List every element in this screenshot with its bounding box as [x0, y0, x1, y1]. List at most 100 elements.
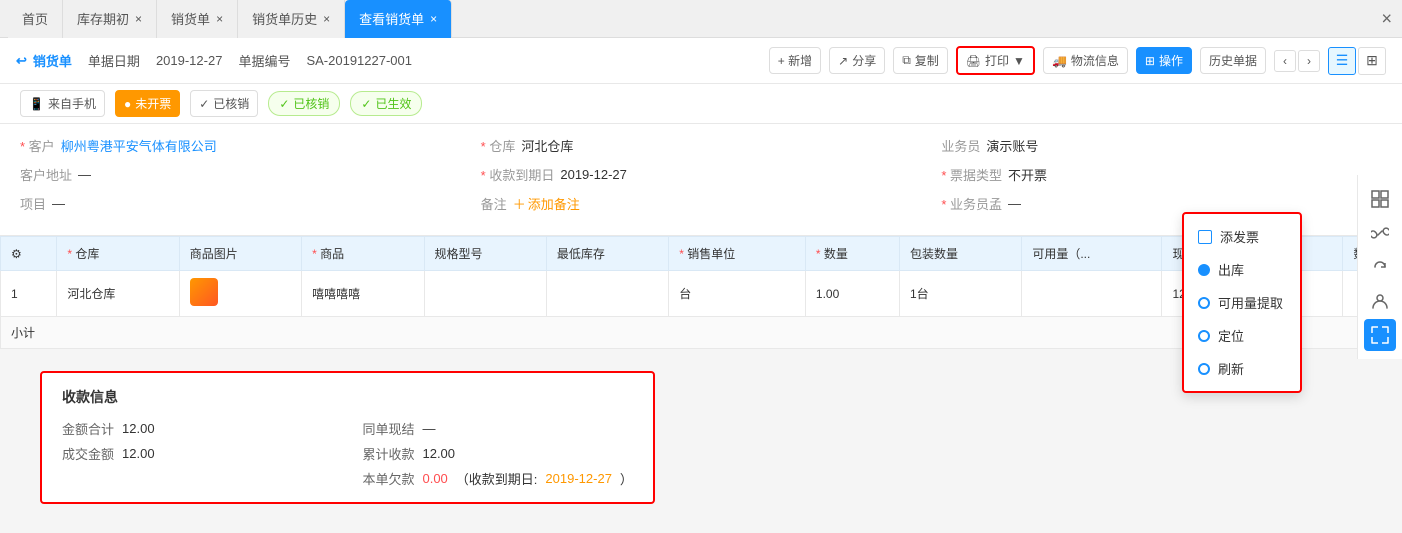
- row-min-stock: [546, 271, 668, 317]
- tab-home[interactable]: 首页: [8, 0, 63, 38]
- overdue-date: 2019-12-27: [545, 471, 612, 486]
- close-history-tab[interactable]: ×: [323, 12, 330, 26]
- row-qty: 1.00: [805, 271, 899, 317]
- close-inventory-tab[interactable]: ×: [135, 12, 142, 26]
- form-row-3: 项目 — 备注 ＋ 添加备注 业务员孟 —: [20, 194, 1382, 213]
- print-dropdown-arrow: ▼: [1013, 54, 1025, 68]
- col-spec: 规格型号: [424, 237, 546, 271]
- address-value: —: [78, 167, 91, 182]
- done-button[interactable]: ✓ 已核销: [190, 90, 258, 117]
- transaction-row: 成交金额 12.00: [62, 444, 332, 463]
- form-row-2: 客户地址 — 收款到期日 2019-12-27 票据类型 不开票: [20, 165, 1382, 184]
- actions-button[interactable]: ⊞ 操作: [1136, 47, 1192, 74]
- tab-view-sales[interactable]: 查看销货单 ×: [345, 0, 452, 38]
- col-product-img: 商品图片: [179, 237, 301, 271]
- close-view-tab[interactable]: ×: [430, 12, 437, 26]
- logistics-button[interactable]: 🚚 物流信息: [1043, 47, 1128, 74]
- actions-dropdown: 添发票 出库 可用量提取 定位 刷新: [1182, 212, 1302, 393]
- row-available: [1022, 271, 1162, 317]
- cumulative-value: 12.00: [422, 446, 455, 461]
- row-spec: [424, 271, 546, 317]
- not-open-button[interactable]: ● 未开票: [115, 90, 180, 117]
- close-sales-tab[interactable]: ×: [216, 12, 223, 26]
- toolbar: + 新增 ↗ 分享 ⧉ 复制 🖨 打印 ▼ 🚚 物流信息 ⊞ 操作 历史单据 ‹…: [769, 46, 1386, 75]
- payment-grid: 金额合计 12.00 同单现结 — 成交金额 12.00 累计收款 12.00 …: [62, 419, 633, 488]
- history-button[interactable]: 历史单据: [1200, 47, 1266, 74]
- total-row: 金额合计 12.00: [62, 419, 332, 438]
- overdue-label: 本单欠款: [362, 469, 414, 488]
- add-note-button[interactable]: ＋ 添加备注: [513, 194, 580, 213]
- row-warehouse: 河北仓库: [57, 271, 179, 317]
- grid-view-button[interactable]: ⊞: [1358, 47, 1386, 75]
- square-icon: [1198, 230, 1212, 244]
- due-date-label: 收款到期日: [481, 165, 555, 184]
- overdue-row: 本单欠款 0.00 （收款到期日: 2019-12-27 ）: [362, 469, 632, 488]
- new-button[interactable]: + 新增: [769, 47, 821, 74]
- copy-button[interactable]: ⧉ 复制: [893, 47, 948, 74]
- doc-meta: 单据日期 2019-12-27 单据编号 SA-20191227-001: [88, 51, 412, 70]
- truck-icon: 🚚: [1052, 54, 1067, 68]
- col-settings[interactable]: ⚙: [1, 237, 57, 271]
- gear-icon[interactable]: ⚙: [11, 247, 22, 261]
- customer-field: 客户 柳州粤港平安气体有限公司: [20, 136, 461, 155]
- refresh-item[interactable]: 刷新: [1184, 352, 1300, 385]
- doc-header: ↩ 销货单 单据日期 2019-12-27 单据编号 SA-20191227-0…: [0, 38, 1402, 84]
- cumulative-row: 累计收款 12.00: [362, 444, 632, 463]
- share-icon: ↗: [838, 54, 848, 68]
- note-label: 备注: [481, 194, 507, 213]
- canceled-badge: ✓ 已核销: [268, 91, 340, 116]
- out-warehouse-item[interactable]: 出库: [1184, 253, 1300, 286]
- status-bar: 📱 来自手机 ● 未开票 ✓ 已核销 ✓ 已核销 ✓ 已生效: [0, 84, 1402, 124]
- circle-filled-icon: [1198, 264, 1210, 276]
- address-field: 客户地址 —: [20, 165, 461, 184]
- share-button[interactable]: ↗ 分享: [829, 47, 885, 74]
- check-icon: ✓: [199, 97, 209, 111]
- dot-icon: ●: [124, 97, 131, 111]
- overdue-note: （收款到期日:: [456, 469, 538, 488]
- ticket-value: 不开票: [1008, 165, 1047, 184]
- same-bill-row: 同单现结 —: [362, 419, 632, 438]
- list-view-button[interactable]: ☰: [1328, 47, 1356, 75]
- row-pkg-qty: 1台: [899, 271, 1021, 317]
- print-button[interactable]: 🖨 打印 ▼: [956, 46, 1035, 75]
- customer-value[interactable]: 柳州粤港平安气体有限公司: [61, 136, 217, 155]
- warehouse-field: 仓库 河北仓库: [481, 136, 922, 155]
- next-doc-button[interactable]: ›: [1298, 50, 1320, 72]
- same-bill-label: 同单现结: [362, 419, 414, 438]
- ticket-label: 票据类型: [941, 165, 1002, 184]
- doc-title: ↩ 销货单: [16, 51, 72, 70]
- right-sidebar: [1357, 175, 1402, 359]
- effective-check-icon: ✓: [361, 97, 371, 111]
- operator-label: 业务员: [941, 136, 980, 155]
- from-phone-button[interactable]: 📱 来自手机: [20, 90, 105, 117]
- due-date-field: 收款到期日 2019-12-27: [481, 165, 922, 184]
- address-label: 客户地址: [20, 165, 72, 184]
- view-toggle: ☰ ⊞: [1328, 47, 1386, 75]
- prev-doc-button[interactable]: ‹: [1274, 50, 1296, 72]
- locate-item[interactable]: 定位: [1184, 319, 1300, 352]
- global-close-button[interactable]: ×: [1381, 8, 1392, 29]
- plus-icon: ＋: [513, 194, 526, 213]
- tab-sales-history[interactable]: 销货单历史 ×: [238, 0, 345, 38]
- add-invoice-item[interactable]: 添发票: [1184, 220, 1300, 253]
- warehouse-value: 河北仓库: [521, 136, 573, 155]
- row-product: 嘻嘻嘻嘻: [302, 271, 424, 317]
- cumulative-label: 累计收款: [362, 444, 414, 463]
- due-date-value: 2019-12-27: [560, 167, 627, 182]
- sales-label: 业务员孟: [941, 194, 1002, 213]
- total-label: 金额合计: [62, 419, 114, 438]
- sidebar-link-icon[interactable]: [1364, 217, 1396, 249]
- sidebar-grid-icon[interactable]: [1364, 183, 1396, 215]
- tab-inventory[interactable]: 库存期初 ×: [63, 0, 157, 38]
- sidebar-user-icon[interactable]: [1364, 285, 1396, 317]
- phone-icon: 📱: [29, 97, 44, 111]
- available-qty-item[interactable]: 可用量提取: [1184, 286, 1300, 319]
- sidebar-rotate-icon[interactable]: [1364, 251, 1396, 283]
- sales-value: —: [1008, 196, 1021, 211]
- actions-icon: ⊞: [1145, 54, 1155, 68]
- tab-sales[interactable]: 销货单 ×: [157, 0, 238, 38]
- ticket-field: 票据类型 不开票: [941, 165, 1382, 184]
- customer-label: 客户: [20, 136, 55, 155]
- sidebar-expand-icon[interactable]: [1364, 319, 1396, 351]
- circle-icon-3: [1198, 363, 1210, 375]
